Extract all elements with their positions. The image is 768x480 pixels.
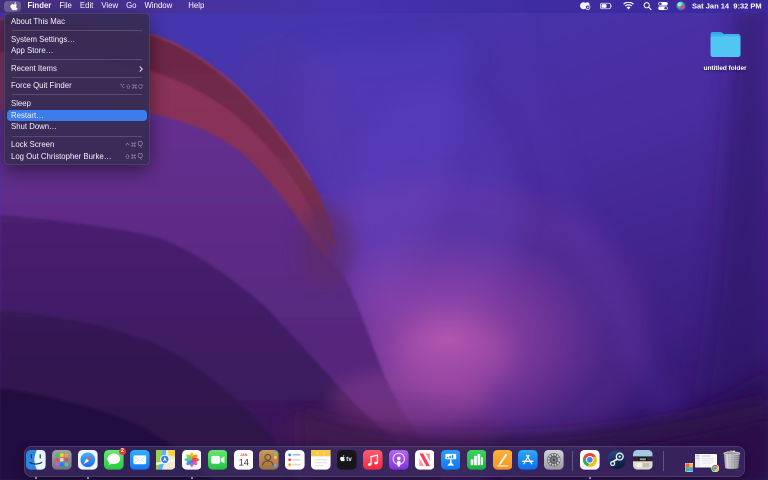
svg-text:14: 14 [238, 458, 248, 468]
svg-text:JAN: JAN [240, 453, 248, 457]
svg-text:tv: tv [346, 456, 352, 463]
